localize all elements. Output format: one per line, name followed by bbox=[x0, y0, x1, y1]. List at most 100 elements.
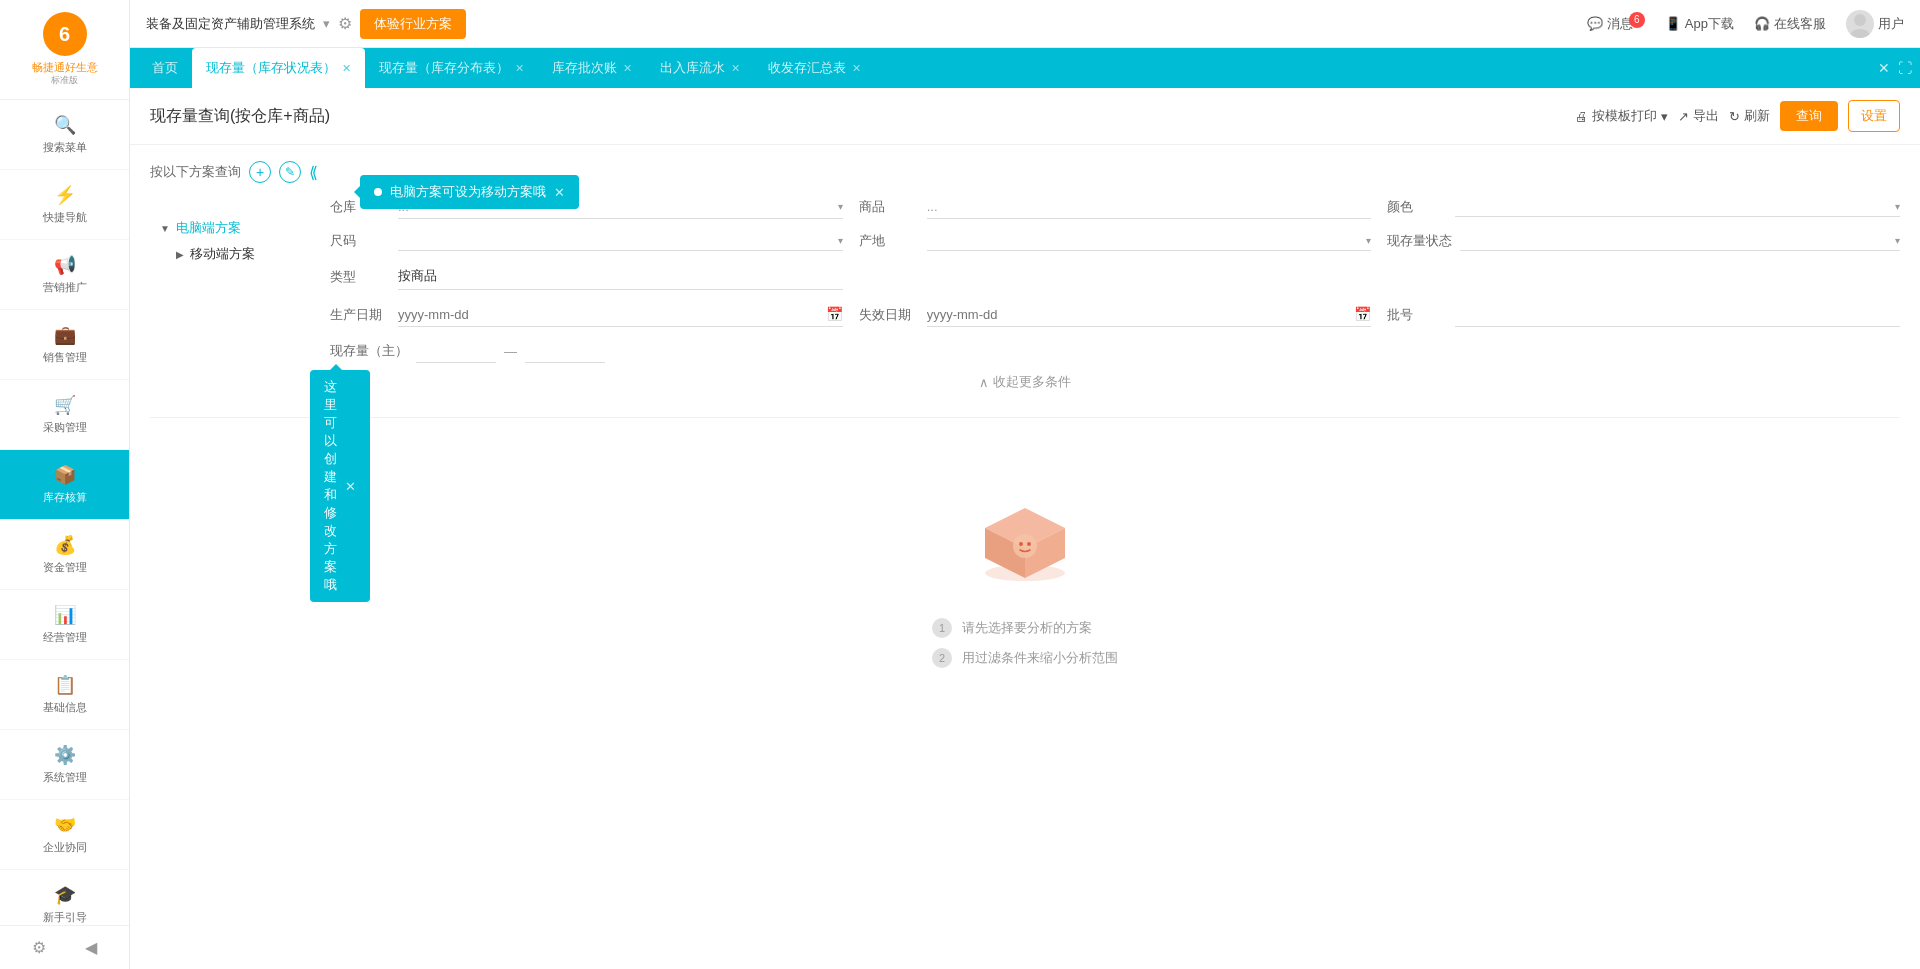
size-select[interactable]: ▾ bbox=[398, 231, 843, 251]
finance-icon: 💰 bbox=[54, 534, 76, 556]
tab-batch[interactable]: 库存批次账 ✕ bbox=[538, 48, 646, 88]
notification-badge: 6 bbox=[1629, 12, 1645, 28]
dropdown-arrow-icon[interactable]: ▾ bbox=[323, 16, 330, 31]
footer-settings-btn[interactable]: ⚙ bbox=[32, 938, 46, 957]
page-header: 现存量查询(按仓库+商品) 🖨 按模板打印 ▾ ↗ 导出 ↻ 刷新 bbox=[130, 88, 1920, 145]
user-item[interactable]: 用户 bbox=[1846, 10, 1904, 38]
stock-qty-min[interactable] bbox=[416, 339, 496, 363]
edit-scheme-popup: 这里可以创建和修改方案哦 ✕ bbox=[310, 370, 370, 602]
filter-add-btn[interactable]: + bbox=[249, 161, 271, 183]
header-left: 装备及固定资产辅助管理系统 ▾ ⚙ 体验行业方案 bbox=[146, 9, 466, 39]
origin-arrow: ▾ bbox=[1366, 235, 1371, 246]
filter-origin: 产地 ▾ bbox=[859, 231, 1372, 251]
empty-step-2: 2 用过滤条件来缩小分析范围 bbox=[932, 648, 1118, 668]
sidebar-item-basic[interactable]: 📋 基础信息 bbox=[0, 660, 129, 730]
app-download-item[interactable]: 📱 App下载 bbox=[1665, 15, 1734, 33]
search-btn[interactable]: 查询 bbox=[1780, 101, 1838, 131]
page-content: 现存量查询(按仓库+商品) 🖨 按模板打印 ▾ ↗ 导出 ↻ 刷新 bbox=[130, 88, 1920, 969]
tab-close-all-btn[interactable]: ✕ bbox=[1878, 60, 1890, 76]
stock-qty-range: — bbox=[416, 339, 605, 363]
sidebar-item-operations[interactable]: 📊 经营管理 bbox=[0, 590, 129, 660]
stock-status-arrow: ▾ bbox=[1895, 235, 1900, 246]
refresh-btn[interactable]: ↻ 刷新 bbox=[1729, 107, 1770, 125]
tab-stock-status-close[interactable]: ✕ bbox=[342, 62, 351, 75]
tab-collect[interactable]: 收发存汇总表 ✕ bbox=[754, 48, 875, 88]
svg-point-8 bbox=[1027, 542, 1031, 546]
origin-select[interactable]: ▾ bbox=[927, 231, 1372, 251]
sidebar-label-purchase: 采购管理 bbox=[43, 420, 87, 435]
logo-name: 畅捷通好生意 bbox=[32, 60, 98, 74]
export-btn[interactable]: ↗ 导出 bbox=[1678, 107, 1719, 125]
sidebar-item-sales[interactable]: 💼 销售管理 bbox=[0, 310, 129, 380]
empty-step-1: 1 请先选择要分析的方案 bbox=[932, 618, 1118, 638]
scheme-item-mobile[interactable]: ▶ 移动端方案 bbox=[160, 241, 310, 267]
tab-collect-close[interactable]: ✕ bbox=[852, 62, 861, 75]
settings-btn[interactable]: 设置 bbox=[1848, 100, 1900, 132]
step-1-text: 请先选择要分析的方案 bbox=[962, 619, 1092, 637]
svg-point-0 bbox=[1854, 14, 1866, 26]
sidebar-item-search[interactable]: 🔍 搜索菜单 bbox=[0, 100, 129, 170]
produce-date-input[interactable]: 📅 bbox=[398, 302, 843, 327]
sidebar-label-enterprise: 企业协同 bbox=[43, 840, 87, 855]
size-arrow: ▾ bbox=[838, 235, 843, 246]
filter-area: 按以下方案查询 + ✎ ⟪ 电脑方案可设为移动方案哦 ✕ bbox=[130, 145, 1920, 417]
filter-edit-btn[interactable]: ✎ bbox=[279, 161, 301, 183]
tab-stock-dist-close[interactable]: ✕ bbox=[515, 62, 524, 75]
scheme-mobile-label: 移动端方案 bbox=[190, 245, 255, 263]
product-label: 商品 bbox=[859, 198, 919, 216]
tab-stock-dist[interactable]: 现存量（库存分布表） ✕ bbox=[365, 48, 538, 88]
tab-expand-btn[interactable]: ⛶ bbox=[1898, 60, 1912, 76]
tab-inout-close[interactable]: ✕ bbox=[731, 62, 740, 75]
tab-stock-dist-label: 现存量（库存分布表） bbox=[379, 59, 509, 77]
sidebar-item-marketing[interactable]: 📢 营销推广 bbox=[0, 240, 129, 310]
settings-icon[interactable]: ⚙ bbox=[338, 14, 352, 33]
filter-arrow-btn[interactable]: ⟪ bbox=[309, 163, 318, 182]
sidebar-item-newbie[interactable]: 🎓 新手引导 bbox=[0, 870, 129, 925]
expire-date-icon[interactable]: 📅 bbox=[1354, 306, 1371, 322]
stock-qty-max[interactable] bbox=[525, 339, 605, 363]
sidebar-label-newbie: 新手引导 bbox=[43, 910, 87, 925]
filter-row-2: 尺码 ▾ 产地 ▾ bbox=[330, 231, 1900, 251]
footer-collapse-btn[interactable]: ◀ bbox=[85, 938, 97, 957]
tab-inout[interactable]: 出入库流水 ✕ bbox=[646, 48, 754, 88]
tab-stock-status[interactable]: 现存量（库存状况表） ✕ bbox=[192, 48, 365, 88]
notification-item[interactable]: 💬 消息 6 bbox=[1587, 15, 1645, 33]
purchase-icon: 🛒 bbox=[54, 394, 76, 416]
collapse-up-icon: ∧ bbox=[979, 375, 989, 390]
product-select[interactable]: ... bbox=[927, 195, 1372, 219]
scheme-item-pc[interactable]: ▼ 电脑端方案 bbox=[160, 215, 310, 241]
sidebar-item-inventory[interactable]: 📦 库存核算 bbox=[0, 450, 129, 520]
filter-stock-qty: 现存量（主） — bbox=[330, 339, 843, 363]
expire-date-input[interactable]: 📅 bbox=[927, 302, 1372, 327]
system-name: 装备及固定资产辅助管理系统 bbox=[146, 15, 315, 33]
filter-stock-status: 现存量状态 ▾ bbox=[1387, 231, 1900, 251]
collapse-btn[interactable]: ∧ 收起更多条件 bbox=[150, 363, 1900, 401]
tab-batch-close[interactable]: ✕ bbox=[623, 62, 632, 75]
svg-point-7 bbox=[1019, 542, 1023, 546]
support-item[interactable]: 🎧 在线客服 bbox=[1754, 15, 1826, 33]
sidebar-item-guide[interactable]: ⚡ 快捷导航 bbox=[0, 170, 129, 240]
step-2-text: 用过滤条件来缩小分析范围 bbox=[962, 649, 1118, 667]
batch-no-input[interactable] bbox=[1455, 303, 1900, 327]
sidebar-item-purchase[interactable]: 🛒 采购管理 bbox=[0, 380, 129, 450]
type-select[interactable]: 按商品 bbox=[398, 263, 843, 290]
inventory-icon: 📦 bbox=[54, 464, 76, 486]
sidebar-item-finance[interactable]: 💰 资金管理 bbox=[0, 520, 129, 590]
edit-scheme-popup-close[interactable]: ✕ bbox=[345, 479, 356, 494]
stock-status-select[interactable]: ▾ bbox=[1460, 231, 1900, 251]
filter-body: 这里可以创建和修改方案哦 ✕ ▼ 电脑端方案 ▶ 移动端方案 bbox=[150, 195, 1900, 363]
tab-home[interactable]: 首页 bbox=[138, 48, 192, 88]
sidebar-item-enterprise[interactable]: 🤝 企业协同 bbox=[0, 800, 129, 870]
sidebar-item-system[interactable]: ⚙️ 系统管理 bbox=[0, 730, 129, 800]
scheme-popup-close[interactable]: ✕ bbox=[554, 185, 565, 200]
trial-button[interactable]: 体验行业方案 bbox=[360, 9, 466, 39]
operations-icon: 📊 bbox=[54, 604, 76, 626]
produce-date-start[interactable] bbox=[398, 307, 822, 322]
logo-badge: 标准版 bbox=[51, 74, 78, 87]
scheme-mobile-arrow: ▶ bbox=[176, 249, 184, 260]
sidebar-nav: 🔍 搜索菜单 ⚡ 快捷导航 📢 营销推广 💼 销售管理 🛒 采购管理 📦 bbox=[0, 100, 129, 925]
print-btn[interactable]: 🖨 按模板打印 ▾ bbox=[1575, 107, 1668, 125]
produce-date-icon[interactable]: 📅 bbox=[826, 306, 843, 322]
color-select[interactable]: ▾ bbox=[1455, 197, 1900, 217]
expire-date-start[interactable] bbox=[927, 307, 1351, 322]
